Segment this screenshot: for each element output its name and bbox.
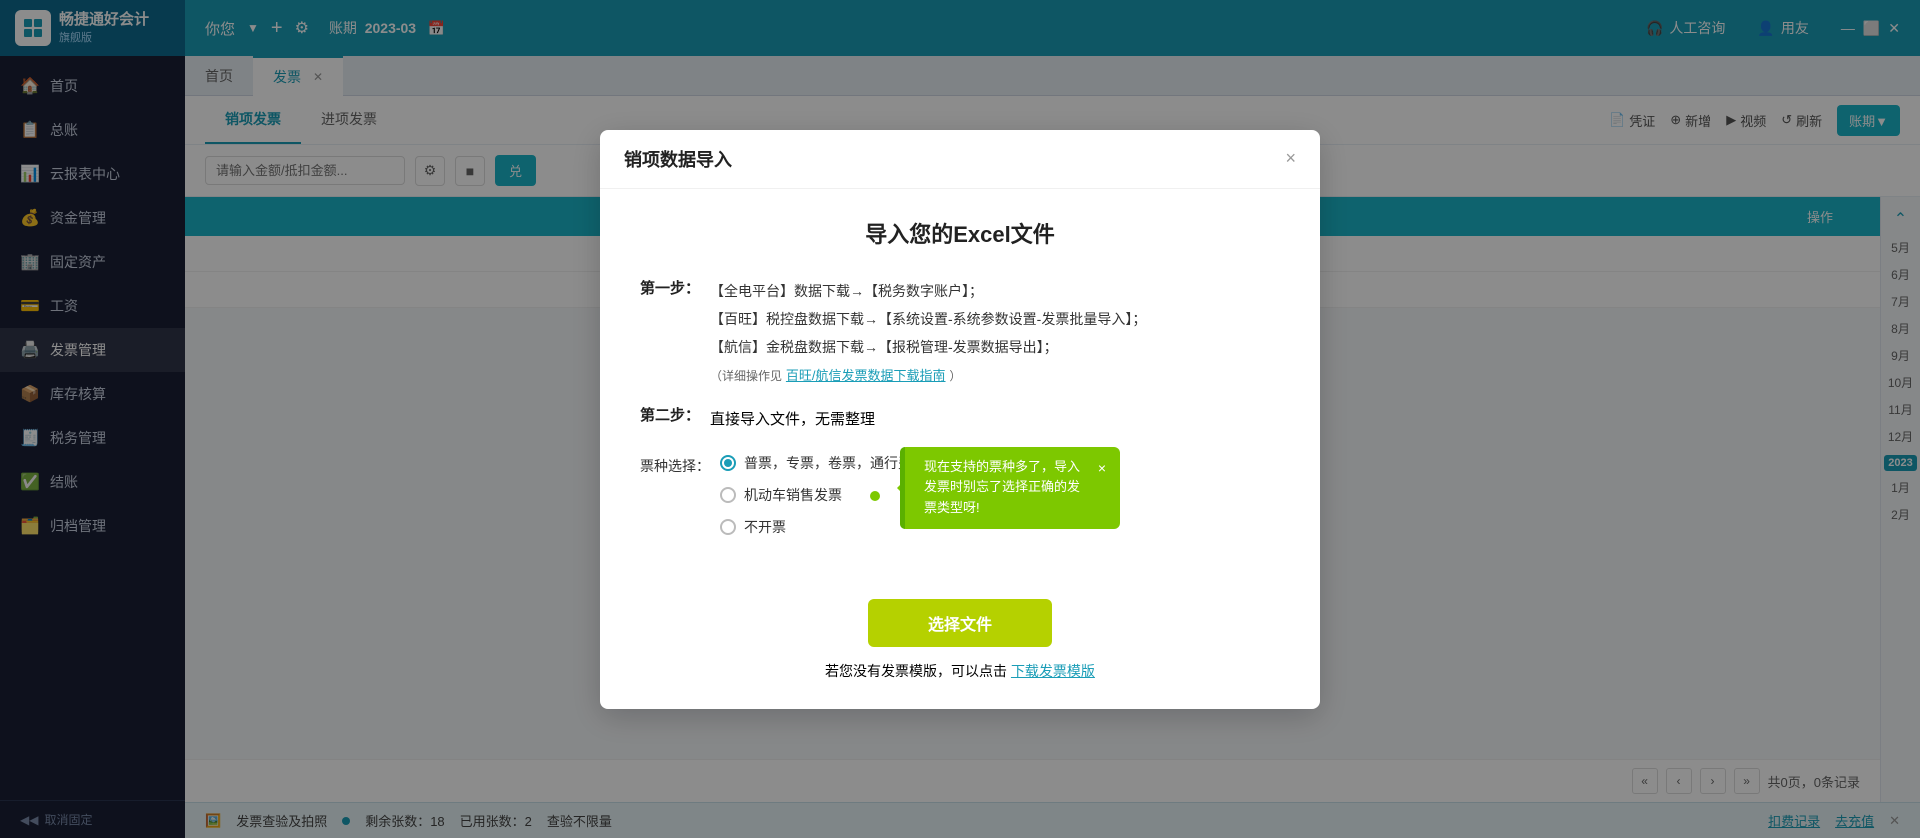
step2-section: 第二步： 直接导入文件，无需整理	[640, 404, 1280, 433]
modal-main-title: 导入您的Excel文件	[640, 217, 1280, 249]
tooltip-bubble: × 现在支持的票种多了，导入发票时别忘了选择正确的发票类型呀!	[900, 447, 1120, 529]
download-template-area: 若您没有发票模版，可以点击 下载发票模版	[825, 661, 1095, 681]
ticket-label: 票种选择：	[640, 453, 710, 479]
select-file-button[interactable]: 选择文件	[868, 599, 1052, 647]
modal-overlay: 销项数据导入 × 导入您的Excel文件 第一步： 【全电平台】数据下载→【税务…	[0, 0, 1920, 838]
radio-circle-3	[720, 519, 736, 535]
modal-footer: 选择文件 若您没有发票模版，可以点击 下载发票模版	[600, 583, 1320, 709]
step1-content: 【全电平台】数据下载→【税务数字账户】； 【百旺】税控盘数据下载→【系统设置-系…	[710, 277, 1146, 384]
step1-section: 第一步： 【全电平台】数据下载→【税务数字账户】； 【百旺】税控盘数据下载→【系…	[640, 277, 1280, 384]
download-template-link[interactable]: 下载发票模版	[1011, 663, 1095, 679]
ticket-option-2[interactable]: 机动车销售发票 × 现在支持的票种多了，导入发票时别忘了选择正确的发票类型呀!	[720, 485, 1052, 505]
tooltip-close-btn[interactable]: ×	[1098, 457, 1106, 479]
tooltip-bar	[900, 447, 905, 529]
step1-line1: 【全电平台】数据下载→【税务数字账户】；	[710, 277, 1146, 305]
ticket-radio-group: 普票，专票，卷票，通行费发票，农产品销售发票 机动车销售发票	[720, 453, 1052, 537]
download-template-text: 若您没有发票模版，可以点击	[825, 663, 1007, 679]
step1-line2: 【百旺】税控盘数据下载→【系统设置-系统参数设置-发票批量导入】；	[710, 305, 1146, 333]
step2-content: 直接导入文件，无需整理	[710, 408, 875, 429]
modal-title: 销项数据导入	[624, 146, 732, 172]
tooltip-text: × 现在支持的票种多了，导入发票时别忘了选择正确的发票类型呀!	[914, 457, 1106, 519]
modal-header: 销项数据导入 ×	[600, 130, 1320, 189]
modal-close-button[interactable]: ×	[1285, 148, 1296, 169]
step1-label: 第一步：	[640, 277, 710, 298]
ticket-label-3: 不开票	[744, 517, 786, 537]
tooltip-dot	[870, 491, 880, 501]
ticket-label-2: 机动车销售发票	[744, 485, 842, 505]
step1-line3: 【航信】金税盘数据下载→【报税管理-发票数据导出】；	[710, 333, 1146, 361]
import-modal: 销项数据导入 × 导入您的Excel文件 第一步： 【全电平台】数据下载→【税务…	[600, 130, 1320, 709]
tooltip-area: × 现在支持的票种多了，导入发票时别忘了选择正确的发票类型呀!	[870, 487, 880, 503]
ticket-select-section: 票种选择： 普票，专票，卷票，通行费发票，农产品销售发票 机动车销售发票	[640, 453, 1280, 537]
modal-body: 导入您的Excel文件 第一步： 【全电平台】数据下载→【税务数字账户】； 【百…	[600, 189, 1320, 583]
step2-label: 第二步：	[640, 404, 710, 425]
radio-circle-2	[720, 487, 736, 503]
download-guide-link[interactable]: 百旺/航信发票数据下载指南	[786, 368, 946, 383]
radio-circle-1	[720, 455, 736, 471]
